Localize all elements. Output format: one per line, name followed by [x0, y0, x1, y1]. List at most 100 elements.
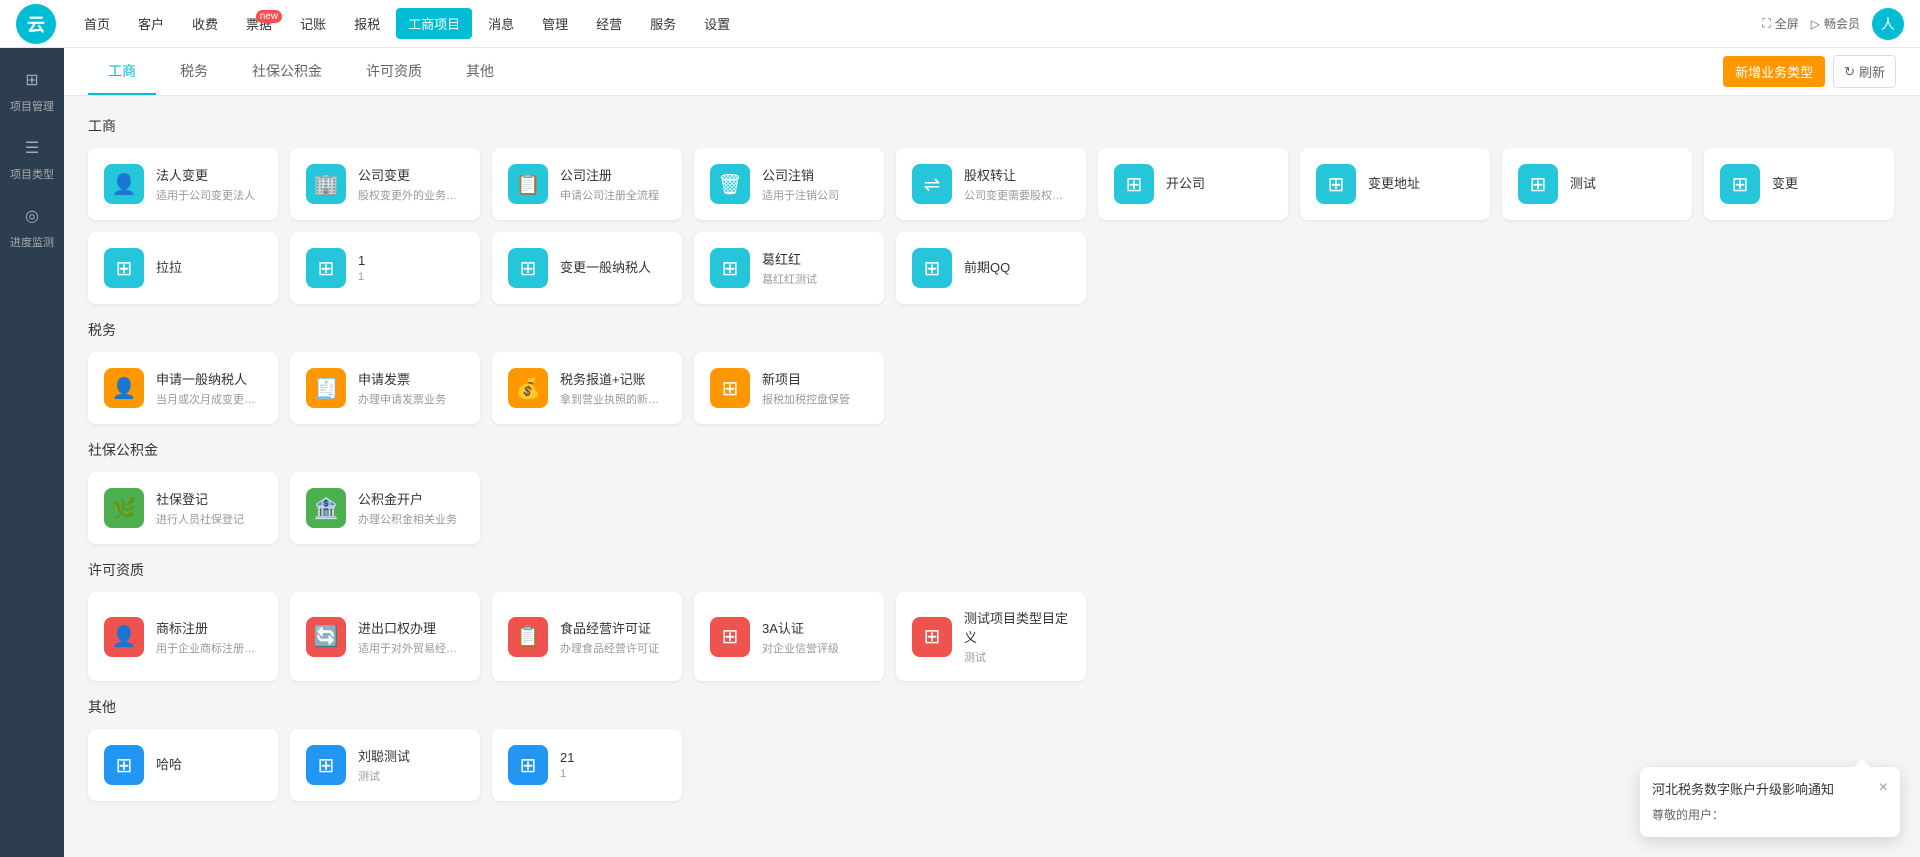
- card-股权转让[interactable]: ⇌股权转让公司变更需要股权转让: [896, 148, 1086, 220]
- card-变更地址[interactable]: ⊞变更地址: [1300, 148, 1490, 220]
- card-拉拉[interactable]: ⊞ 拉拉: [88, 232, 278, 304]
- card-title: 前期QQ: [964, 257, 1070, 276]
- card-desc: 办理申请发票业务: [358, 391, 464, 407]
- card-info: 公司变更股权变更外的业务变更: [358, 165, 464, 203]
- card-desc: 办理食品经营许可证: [560, 640, 666, 656]
- notification-title: 河北税务数字账户升级影响通知: [1652, 779, 1834, 798]
- sub-tab-社保公积金[interactable]: 社保公积金: [232, 49, 342, 95]
- card-刘聪测试[interactable]: ⊞刘聪测试测试: [290, 729, 480, 801]
- sidebar-item-项目管理[interactable]: ⊞ 项目管理: [0, 56, 64, 124]
- cards-grid-社保公积金: 🌿社保登记进行人员社保登记🏦公积金开户办理公积金相关业务: [88, 472, 1896, 544]
- card-title: 公司注册: [560, 165, 666, 184]
- sidebar-icon: ☰: [18, 134, 46, 162]
- card-info: 11: [358, 253, 464, 283]
- card-商标注册[interactable]: 👤商标注册用于企业商标注册服务: [88, 592, 278, 681]
- card-申请一般纳税人[interactable]: 👤 申请一般纳税人当月或次月成变更完成: [88, 352, 278, 424]
- card-新项目[interactable]: ⊞新项目报税加税控盘保管: [694, 352, 884, 424]
- card-法人变更[interactable]: 👤法人变更适用于公司变更法人: [88, 148, 278, 220]
- card-icon: 🏦: [306, 488, 346, 528]
- card-desc: 用于企业商标注册服务: [156, 640, 262, 656]
- card-title: 变更一般纳税人: [560, 257, 666, 276]
- card-desc: 葛红红测试: [762, 271, 868, 287]
- nav-item-设置[interactable]: 设置: [692, 8, 742, 39]
- card-前期QQ[interactable]: ⊞前期QQ: [896, 232, 1086, 304]
- card-变更一般纳税人[interactable]: ⊞变更一般纳税人: [492, 232, 682, 304]
- card-开公司[interactable]: ⊞开公司: [1098, 148, 1288, 220]
- fullscreen-btn[interactable]: ⛶ 全屏: [1762, 15, 1798, 32]
- section-title-许可资质: 许可资质: [88, 560, 1896, 580]
- card-title: 商标注册: [156, 618, 262, 637]
- section-title-其他: 其他: [88, 697, 1896, 717]
- sub-tab-其他[interactable]: 其他: [446, 49, 514, 95]
- tab-toolbar: 新增业务类型 ↻ 刷新: [1723, 55, 1896, 88]
- nav-item-报税[interactable]: 报税: [342, 8, 392, 39]
- card-21[interactable]: ⊞ 211: [492, 729, 682, 801]
- card-测试[interactable]: ⊞测试: [1502, 148, 1692, 220]
- notification-close-button[interactable]: ×: [1879, 779, 1888, 797]
- sub-tab-工商[interactable]: 工商: [88, 49, 156, 95]
- card-icon: 👤: [104, 368, 144, 408]
- card-title: 拉拉: [156, 257, 262, 276]
- card-title: 变更: [1772, 173, 1878, 192]
- card-info: 申请发票办理申请发票业务: [358, 369, 464, 407]
- card-info: 211: [560, 750, 666, 780]
- card-desc: 办理公积金相关业务: [358, 511, 464, 527]
- card-icon: 🌿: [104, 488, 144, 528]
- card-desc: 1: [358, 271, 464, 283]
- card-desc: 拿到营业执照的新公司: [560, 391, 666, 407]
- card-info: 变更地址: [1368, 173, 1474, 195]
- sidebar-item-项目类型[interactable]: ☰ 项目类型: [0, 124, 64, 192]
- nav-item-消息[interactable]: 消息: [476, 8, 526, 39]
- card-公司注销[interactable]: 🗑公司注销适用于注销公司: [694, 148, 884, 220]
- avatar[interactable]: 人: [1872, 8, 1904, 40]
- sidebar-icon: ⊞: [18, 66, 46, 94]
- card-3A认证[interactable]: ⊞3A认证对企业信誉评级: [694, 592, 884, 681]
- card-测试项目类型目定义[interactable]: ⊞测试项目类型目定义测试: [896, 592, 1086, 681]
- nav-item-工商项目[interactable]: 工商项目: [396, 8, 472, 39]
- card-变更[interactable]: ⊞变更: [1704, 148, 1894, 220]
- card-公积金开户[interactable]: 🏦公积金开户办理公积金相关业务: [290, 472, 480, 544]
- top-navigation: 云 首页客户收费票据new记账报税工商项目消息管理经营服务设置 ⛶ 全屏 ▷ 畅…: [0, 0, 1920, 48]
- card-食品经营许可证[interactable]: 📋食品经营许可证办理食品经营许可证: [492, 592, 682, 681]
- sidebar-item-进度监测[interactable]: ◎ 进度监测: [0, 192, 64, 260]
- refresh-button[interactable]: ↻ 刷新: [1833, 55, 1896, 88]
- sub-tabs: 工商税务社保公积金许可资质其他 新增业务类型 ↻ 刷新: [64, 48, 1920, 96]
- nav-item-票据[interactable]: 票据new: [234, 8, 284, 39]
- card-进出口权办理[interactable]: 🔄进出口权办理适用于对外贸易经营者: [290, 592, 480, 681]
- card-葛红红[interactable]: ⊞葛红红葛红红测试: [694, 232, 884, 304]
- card-公司变更[interactable]: 🏢 公司变更股权变更外的业务变更: [290, 148, 480, 220]
- card-icon: 🏢: [306, 164, 346, 204]
- new-type-button[interactable]: 新增业务类型: [1723, 56, 1825, 87]
- card-title: 1: [358, 253, 464, 268]
- card-desc: 进行人员社保登记: [156, 511, 262, 527]
- nav-item-收费[interactable]: 收费: [180, 8, 230, 39]
- play-icon: ▷: [1811, 17, 1820, 31]
- card-申请发票[interactable]: 🧾申请发票办理申请发票业务: [290, 352, 480, 424]
- card-info: 刘聪测试测试: [358, 746, 464, 784]
- card-1[interactable]: ⊞11: [290, 232, 480, 304]
- card-info: 申请一般纳税人当月或次月成变更完成: [156, 369, 262, 407]
- vip-btn[interactable]: ▷ 畅会员: [1811, 15, 1860, 32]
- card-公司注册[interactable]: 📋公司注册申请公司注册全流程: [492, 148, 682, 220]
- card-社保登记[interactable]: 🌿社保登记进行人员社保登记: [88, 472, 278, 544]
- card-税务报道+记账[interactable]: 💰税务报道+记账拿到营业执照的新公司: [492, 352, 682, 424]
- card-哈哈[interactable]: ⊞ 哈哈: [88, 729, 278, 801]
- card-title: 哈哈: [156, 754, 262, 773]
- card-icon: ⊞: [1518, 164, 1558, 204]
- nav-badge: new: [256, 10, 282, 23]
- card-icon: 👤: [104, 164, 144, 204]
- nav-item-管理[interactable]: 管理: [530, 8, 580, 39]
- sub-tab-税务[interactable]: 税务: [160, 49, 228, 95]
- card-title: 进出口权办理: [358, 618, 464, 637]
- nav-right: ⛶ 全屏 ▷ 畅会员 人: [1762, 8, 1904, 40]
- nav-item-客户[interactable]: 客户: [126, 8, 176, 39]
- nav-item-经营[interactable]: 经营: [584, 8, 634, 39]
- card-icon: ⊞: [104, 248, 144, 288]
- nav-item-服务[interactable]: 服务: [638, 8, 688, 39]
- sub-tab-许可资质[interactable]: 许可资质: [346, 49, 442, 95]
- card-icon: ⊞: [508, 745, 548, 785]
- card-info: 股权转让公司变更需要股权转让: [964, 165, 1070, 203]
- card-icon: ⊞: [104, 745, 144, 785]
- nav-item-记账[interactable]: 记账: [288, 8, 338, 39]
- nav-item-首页[interactable]: 首页: [72, 8, 122, 39]
